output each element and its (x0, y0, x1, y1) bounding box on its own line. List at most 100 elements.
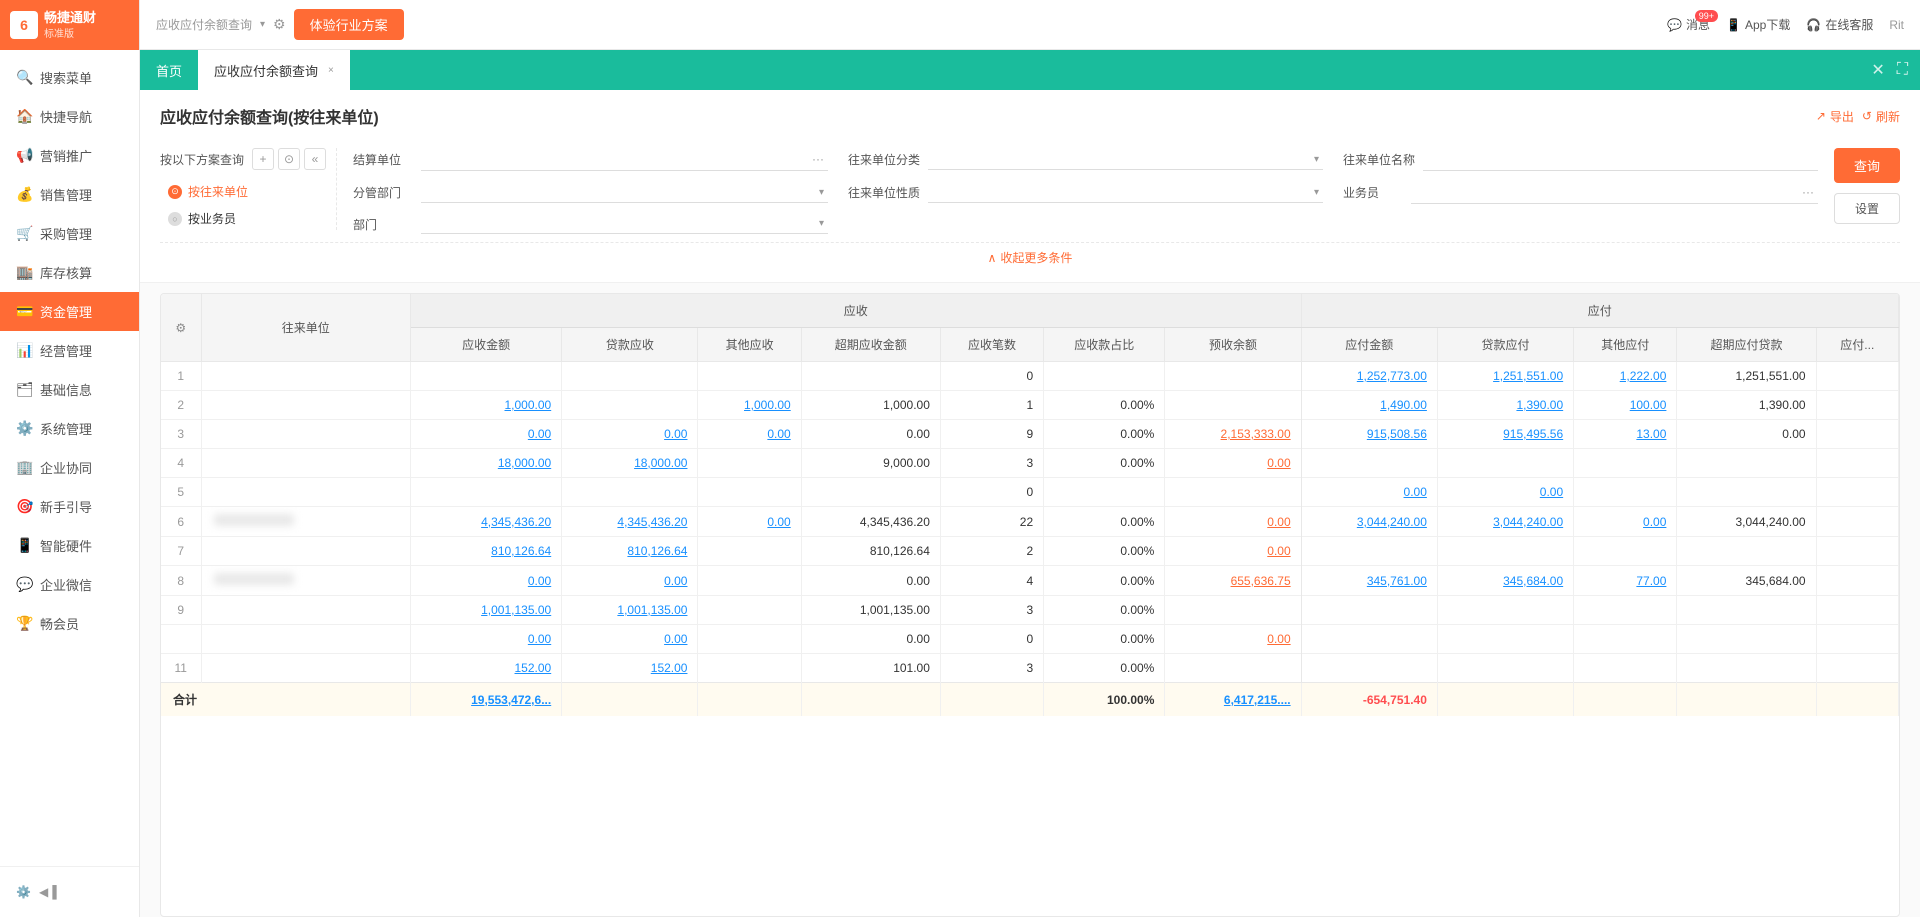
operation-icon: 📊 (16, 342, 32, 359)
cell-entity (201, 537, 410, 566)
query-button[interactable]: 查询 (1834, 148, 1900, 183)
gear-icon[interactable]: ⚙ (175, 321, 186, 335)
entity-category-select[interactable]: ▾ (928, 150, 1323, 170)
filter-collapse-btn[interactable]: ∧ 收起更多条件 (160, 242, 1900, 272)
salesperson-dots-btn[interactable]: ··· (1798, 185, 1818, 199)
th-ar-other: 其他应收 (698, 328, 801, 362)
settings-icon: ⚙️ (16, 885, 31, 899)
cell-entity (201, 420, 410, 449)
filter-field-entity-category: 往来单位分类 ▾ (848, 150, 1323, 170)
sidebar-item-wechat[interactable]: 💬 企业微信 (0, 565, 139, 604)
sidebar-item-finance[interactable]: 💳 资金管理 (0, 292, 139, 331)
cell-entity (201, 625, 410, 654)
tab-home[interactable]: 首页 (140, 50, 198, 90)
system-icon: ⚙️ (16, 420, 32, 437)
sidebar-item-system[interactable]: ⚙️ 系统管理 (0, 409, 139, 448)
table-section: ⚙ 往来单位 应收 应付 应收金额 贷款应收 (140, 283, 1920, 917)
entity-nature-select[interactable]: ▾ (928, 183, 1323, 203)
sidebar-item-base-info[interactable]: 🗂 基础信息 (0, 370, 139, 409)
th-ap-amount: 应付金额 (1301, 328, 1437, 362)
table-row: 418,000.0018,000.009,000.0030.00%0.00 (161, 449, 1899, 478)
sidebar-item-sales[interactable]: 💰 销售管理 (0, 175, 139, 214)
main-content: 应收应付余额查询 ▾ ⚙ 体验行业方案 💬 消息 99+ 📱 App下载 🎧 在… (140, 0, 1920, 917)
cell-entity (201, 654, 410, 683)
filter-option-by-staff[interactable]: ○ 按业务员 (160, 207, 326, 230)
industry-solution-button[interactable]: 体验行业方案 (294, 9, 404, 40)
table-row: 11152.00152.00101.0030.00% (161, 654, 1899, 683)
table-row: 101,252,773.001,251,551.001,222.001,251,… (161, 362, 1899, 391)
dept-charge-select[interactable]: ▾ (421, 183, 828, 203)
cell-no: 6 (161, 507, 201, 537)
user-name[interactable]: Rit (1889, 18, 1904, 32)
sidebar-item-quick-nav[interactable]: 🏠 快捷导航 (0, 97, 139, 136)
filter-field-salesperson: 业务员 ··· (1343, 181, 1818, 204)
add-scheme-btn[interactable]: + (252, 148, 274, 170)
sidebar-nav: 🔍 搜索菜单 🏠 快捷导航 📢 营销推广 💰 销售管理 🛒 采购管理 🏬 (0, 50, 139, 866)
page: 应收应付余额查询(按往来单位) ↗ 导出 ↺ 刷新 (140, 90, 1920, 917)
option-dot-entity: ⊙ (168, 185, 182, 199)
cell-no: 4 (161, 449, 201, 478)
th-ar-pct: 应收款占比 (1044, 328, 1165, 362)
sidebar-item-marketing[interactable]: 📢 营销推广 (0, 136, 139, 175)
sidebar-item-enterprise[interactable]: 🏢 企业协同 (0, 448, 139, 487)
footer-ar-amount: 19,553,472,6... (410, 683, 561, 717)
tab-close-all-btn[interactable]: ✕ (1867, 56, 1888, 84)
collapse-scheme-btn[interactable]: « (304, 148, 326, 170)
th-ar-count: 应收笔数 (940, 328, 1043, 362)
cell-no: 3 (161, 420, 201, 449)
home-icon: 🏠 (16, 108, 32, 125)
sidebar-item-search[interactable]: 🔍 搜索菜单 (0, 58, 139, 97)
th-ap-overdue: 超期应付贷款 (1677, 328, 1816, 362)
sidebar-item-purchase[interactable]: 🛒 采购管理 (0, 214, 139, 253)
cell-entity (201, 362, 410, 391)
online-service-button[interactable]: 🎧 在线客服 (1806, 16, 1873, 33)
settlement-dots-btn[interactable]: ··· (808, 152, 828, 166)
cell-no: 5 (161, 478, 201, 507)
message-button[interactable]: 💬 消息 99+ (1667, 16, 1710, 33)
topbar-gear-icon[interactable]: ⚙ (273, 16, 286, 33)
entity-name-input[interactable] (1423, 148, 1818, 171)
sidebar-item-member[interactable]: 🏆 畅会员 (0, 604, 139, 643)
sidebar-footer-settings[interactable]: ⚙️ ◀▐ (0, 877, 139, 907)
refresh-button[interactable]: ↺ 刷新 (1862, 108, 1900, 125)
cell-no (161, 625, 201, 654)
table-row: 91,001,135.001,001,135.001,001,135.0030.… (161, 596, 1899, 625)
tab-close-btn[interactable]: × (328, 65, 334, 76)
entity-category-arrow: ▾ (1314, 154, 1319, 165)
filter-option-by-entity[interactable]: ⊙ 按往来单位 (160, 180, 326, 203)
table-wrapper[interactable]: ⚙ 往来单位 应收 应付 应收金额 贷款应收 (160, 293, 1900, 917)
table-row: 21,000.001,000.001,000.0010.00%1,490.001… (161, 391, 1899, 420)
sidebar-item-operation[interactable]: 📊 经营管理 (0, 331, 139, 370)
app-download-icon: 📱 (1726, 18, 1741, 32)
cell-entity (201, 478, 410, 507)
inventory-icon: 🏬 (16, 264, 32, 281)
cell-no: 1 (161, 362, 201, 391)
app-download-button[interactable]: 📱 App下载 (1726, 16, 1790, 33)
settlement-unit-input[interactable] (421, 148, 808, 170)
salesperson-input[interactable] (1411, 181, 1798, 203)
filter-field-entity-name: 往来单位名称 (1343, 148, 1818, 171)
sidebar-item-guide[interactable]: 🎯 新手引导 (0, 487, 139, 526)
th-gear[interactable]: ⚙ (161, 294, 201, 362)
topbar-right: 💬 消息 99+ 📱 App下载 🎧 在线客服 Rit (1667, 16, 1904, 33)
cell-no: 7 (161, 537, 201, 566)
sidebar-item-smart-hw[interactable]: 📱 智能硬件 (0, 526, 139, 565)
topbar-dropdown-btn[interactable]: ▾ (260, 19, 265, 30)
filter-scheme-actions: + ⊙ « (252, 148, 326, 170)
dept-select[interactable]: ▾ (421, 214, 828, 234)
edit-scheme-btn[interactable]: ⊙ (278, 148, 300, 170)
topbar-breadcrumb: 应收应付余额查询 (156, 16, 252, 33)
sidebar-item-inventory[interactable]: 🏬 库存核算 (0, 253, 139, 292)
sidebar-collapse-btn[interactable]: ◀▐ (39, 885, 57, 899)
settings-button[interactable]: 设置 (1834, 193, 1900, 224)
tab-fullscreen-btn[interactable]: ⛶ (1893, 57, 1912, 83)
filter-field-entity-nature: 往来单位性质 ▾ (848, 183, 1323, 203)
marketing-icon: 📢 (16, 147, 32, 164)
option-dot-staff: ○ (168, 212, 182, 226)
tab-ar-ap[interactable]: 应收应付余额查询 × (198, 50, 350, 90)
table-row: 64,345,436.204,345,436.200.004,345,436.2… (161, 507, 1899, 537)
page-actions: ↗ 导出 ↺ 刷新 (1816, 108, 1900, 125)
smart-hw-icon: 📱 (16, 537, 32, 554)
export-button[interactable]: ↗ 导出 (1816, 108, 1854, 125)
purchase-icon: 🛒 (16, 225, 32, 242)
